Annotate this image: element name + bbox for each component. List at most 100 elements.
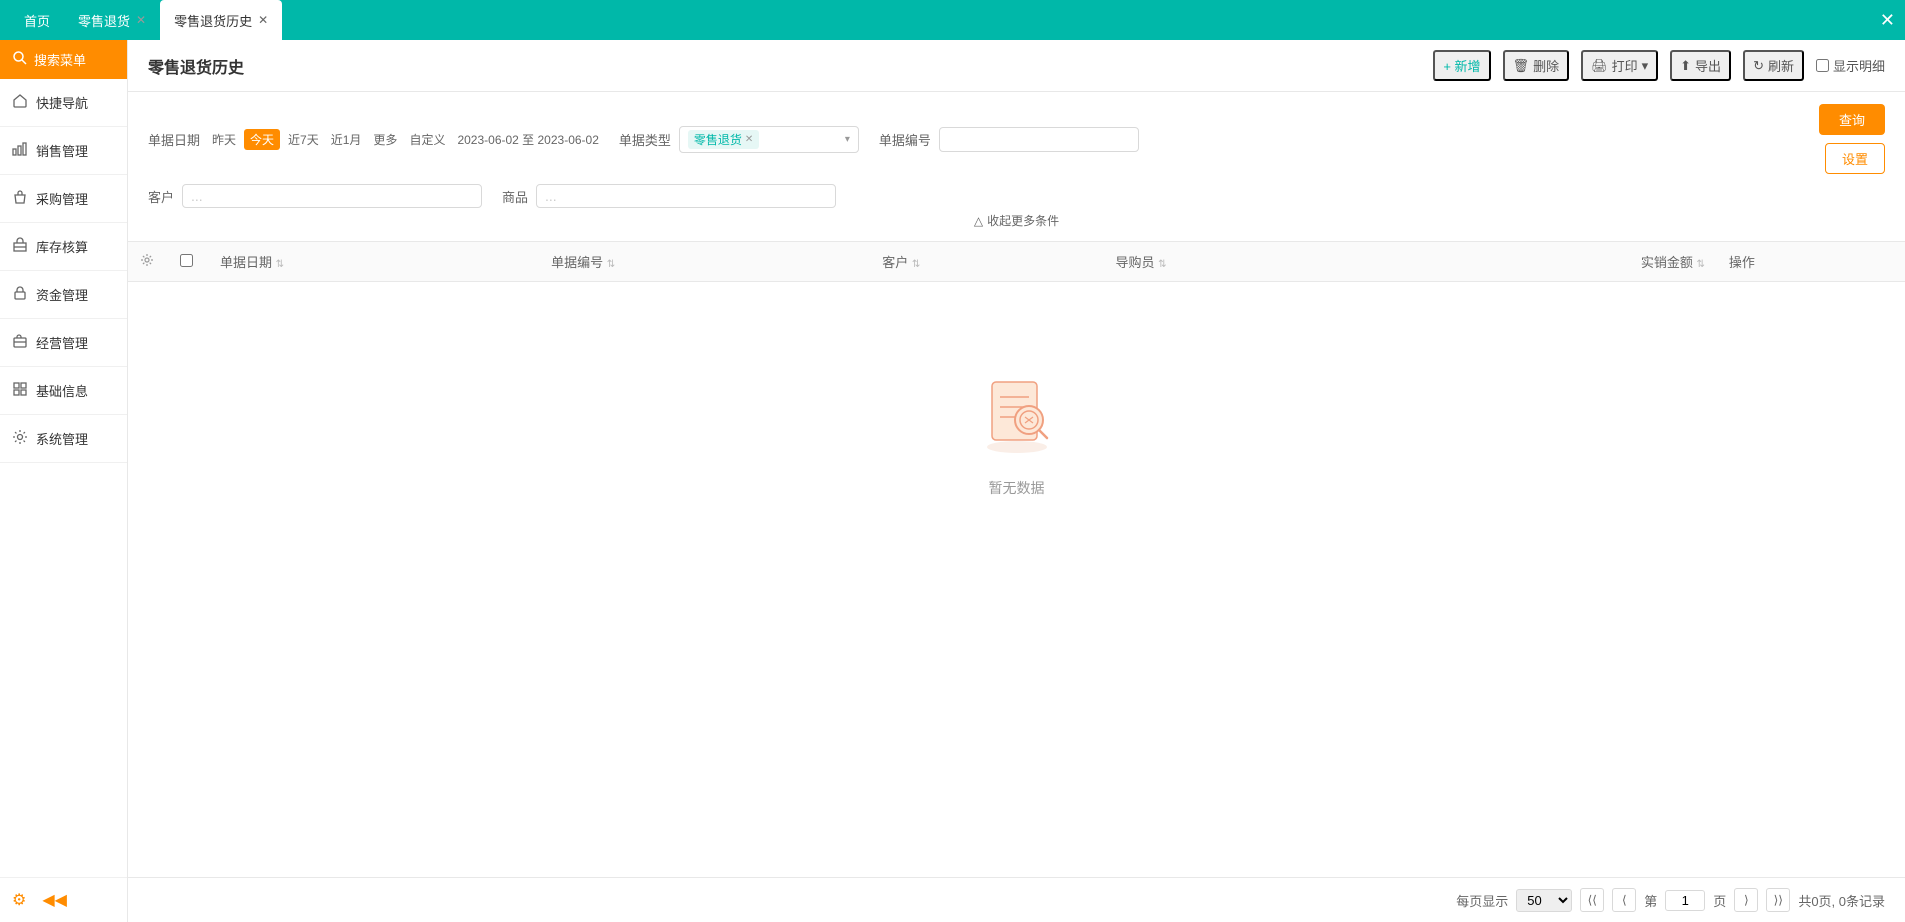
lock-icon — [12, 285, 28, 304]
th-doc-no[interactable]: 单据编号 — [539, 242, 870, 282]
empty-text: 暂无数据 — [989, 478, 1045, 498]
customer-select[interactable]: ... — [182, 184, 482, 208]
volume-icon[interactable]: ◀◀ — [42, 890, 67, 910]
bag-icon — [12, 189, 28, 208]
prev-page-button[interactable]: ⟨ — [1612, 888, 1636, 912]
doc-no-input[interactable] — [939, 127, 1139, 152]
tab-retail-return-close[interactable]: ✕ — [136, 13, 146, 27]
th-guide[interactable]: 导购员 — [1104, 242, 1386, 282]
sidebar-item-quick-nav[interactable]: 快捷导航 — [0, 79, 127, 127]
next-page-button[interactable]: ⟩ — [1734, 888, 1758, 912]
empty-illustration — [967, 362, 1067, 462]
goods-label: 商品 — [502, 187, 528, 206]
th-doc-date[interactable]: 单据日期 — [208, 242, 539, 282]
briefcase-icon — [12, 333, 28, 352]
tab-retail-return-history-close[interactable]: ✕ — [258, 13, 268, 27]
page-size-select[interactable]: 50 10 20 100 — [1516, 889, 1572, 912]
tab-home-label: 首页 — [24, 11, 50, 30]
show-detail-checkbox[interactable] — [1816, 59, 1829, 72]
sidebar-item-purchase-mgmt[interactable]: 采购管理 — [0, 175, 127, 223]
tab-list: 首页 零售退货 ✕ 零售退货历史 ✕ — [10, 0, 1880, 40]
sidebar-item-label: 库存核算 — [36, 237, 88, 256]
th-actions: 操作 — [1717, 242, 1905, 282]
total-records: 共0页, 0条记录 — [1798, 891, 1885, 910]
pagination-bar: 每页显示 50 10 20 100 ⟨⟨ ⟨ 第 页 ⟩ ⟩⟩ 共0页, 0条记… — [128, 877, 1905, 922]
doc-no-label: 单据编号 — [879, 130, 931, 149]
goods-filter-group: 商品 ... — [502, 184, 836, 208]
page-label: 第 — [1644, 891, 1657, 910]
th-settings[interactable] — [128, 242, 168, 282]
collapse-label: 收起更多条件 — [987, 212, 1059, 229]
date-btn-more[interactable]: 更多 — [369, 130, 401, 149]
data-table: 单据日期 单据编号 客户 导购员 实销金额 — [128, 242, 1905, 282]
main-layout: 搜索菜单 快捷导航 销售管理 采购管理 库存核算 — [0, 40, 1905, 922]
sidebar-item-finance[interactable]: 资金管理 — [0, 271, 127, 319]
date-btn-yesterday[interactable]: 昨天 — [208, 130, 240, 149]
date-btn-custom[interactable]: 自定义 — [405, 130, 449, 149]
header-actions: + 新增 🗑 删除 🖨 打印 ▾ ⬆ 导出 ↻ 刷新 — [1433, 50, 1885, 81]
top-bar: 首页 零售退货 ✕ 零售退货历史 ✕ ✕ — [0, 0, 1905, 40]
th-amount[interactable]: 实销金额 — [1386, 242, 1717, 282]
doc-type-tag-close[interactable]: ✕ — [745, 134, 753, 145]
tab-retail-return-history-label: 零售退货历史 — [174, 11, 252, 30]
date-range-display: 2023-06-02 至 2023-06-02 — [457, 131, 598, 148]
settings-icon — [12, 429, 28, 448]
sidebar-item-inventory[interactable]: 库存核算 — [0, 223, 127, 271]
sidebar: 搜索菜单 快捷导航 销售管理 采购管理 库存核算 — [0, 40, 128, 922]
print-icon: 🖨 — [1591, 58, 1608, 74]
print-button[interactable]: 🖨 打印 ▾ — [1581, 50, 1658, 81]
content-area: 零售退货历史 + 新增 🗑 删除 🖨 打印 ▾ ⬆ 导出 ↻ — [128, 40, 1905, 922]
sidebar-item-sales-mgmt[interactable]: 销售管理 — [0, 127, 127, 175]
doc-type-dropdown-icon: ▾ — [845, 134, 850, 145]
select-all-checkbox[interactable] — [180, 254, 193, 267]
date-filter-group: 单据日期 昨天 今天 近7天 近1月 更多 自定义 2023-06-02 至 2… — [148, 129, 599, 150]
th-checkbox[interactable] — [168, 242, 208, 282]
tab-retail-return[interactable]: 零售退货 ✕ — [64, 0, 160, 40]
tab-retail-return-label: 零售退货 — [78, 11, 130, 30]
table-header-row: 单据日期 单据编号 客户 导购员 实销金额 — [128, 242, 1905, 282]
date-btn-today[interactable]: 今天 — [244, 129, 280, 150]
collapse-icon: △ — [974, 214, 983, 228]
sidebar-item-label: 系统管理 — [36, 429, 88, 448]
date-btn-7days[interactable]: 近7天 — [284, 130, 323, 149]
delete-icon: 🗑 — [1513, 58, 1530, 74]
doc-no-filter-group: 单据编号 — [879, 127, 1139, 152]
doc-type-tag: 零售退货 ✕ — [688, 130, 759, 149]
goods-ellipsis: ... — [545, 188, 557, 204]
sidebar-item-operations[interactable]: 经营管理 — [0, 319, 127, 367]
date-btn-1month[interactable]: 近1月 — [327, 130, 366, 149]
last-page-button[interactable]: ⟩⟩ — [1766, 888, 1790, 912]
refresh-button[interactable]: ↻ 刷新 — [1743, 50, 1804, 81]
page-size-label: 每页显示 — [1456, 891, 1508, 910]
tab-home[interactable]: 首页 — [10, 0, 64, 40]
collapse-button[interactable]: △ 收起更多条件 — [974, 212, 1059, 229]
th-customer[interactable]: 客户 — [870, 242, 1103, 282]
box-icon — [12, 237, 28, 256]
show-detail-checkbox-label[interactable]: 显示明细 — [1816, 56, 1885, 75]
home-icon — [12, 93, 28, 112]
sidebar-item-basic-info[interactable]: 基础信息 — [0, 367, 127, 415]
tab-retail-return-history[interactable]: 零售退货历史 ✕ — [160, 0, 282, 40]
export-button[interactable]: ⬆ 导出 — [1670, 50, 1731, 81]
date-buttons: 昨天 今天 近7天 近1月 更多 自定义 — [208, 129, 449, 150]
sidebar-item-system-mgmt[interactable]: 系统管理 — [0, 415, 127, 463]
customer-label: 客户 — [148, 187, 174, 206]
window-close-button[interactable]: ✕ — [1880, 10, 1895, 31]
doc-type-select[interactable]: 零售退货 ✕ ▾ — [679, 126, 859, 153]
gear-icon[interactable]: ⚙ — [12, 890, 26, 910]
new-button[interactable]: + 新增 — [1433, 50, 1490, 81]
query-button[interactable]: 查询 — [1819, 104, 1885, 135]
goods-select[interactable]: ... — [536, 184, 836, 208]
filter-settings-button[interactable]: 设置 — [1825, 143, 1885, 174]
page-header: 零售退货历史 + 新增 🗑 删除 🖨 打印 ▾ ⬆ 导出 ↻ — [128, 40, 1905, 92]
sidebar-item-label: 销售管理 — [36, 141, 88, 160]
delete-button[interactable]: 🗑 删除 — [1503, 50, 1570, 81]
date-filter-label: 单据日期 — [148, 130, 200, 149]
filter-actions: 查询 设置 — [1819, 104, 1885, 174]
page-number-input[interactable] — [1665, 890, 1705, 911]
sidebar-search[interactable]: 搜索菜单 — [0, 40, 127, 79]
filter-row-1: 单据日期 昨天 今天 近7天 近1月 更多 自定义 2023-06-02 至 2… — [148, 104, 1885, 174]
page-unit: 页 — [1713, 891, 1726, 910]
first-page-button[interactable]: ⟨⟨ — [1580, 888, 1604, 912]
sidebar-bottom: ⚙ ◀◀ — [0, 877, 127, 922]
